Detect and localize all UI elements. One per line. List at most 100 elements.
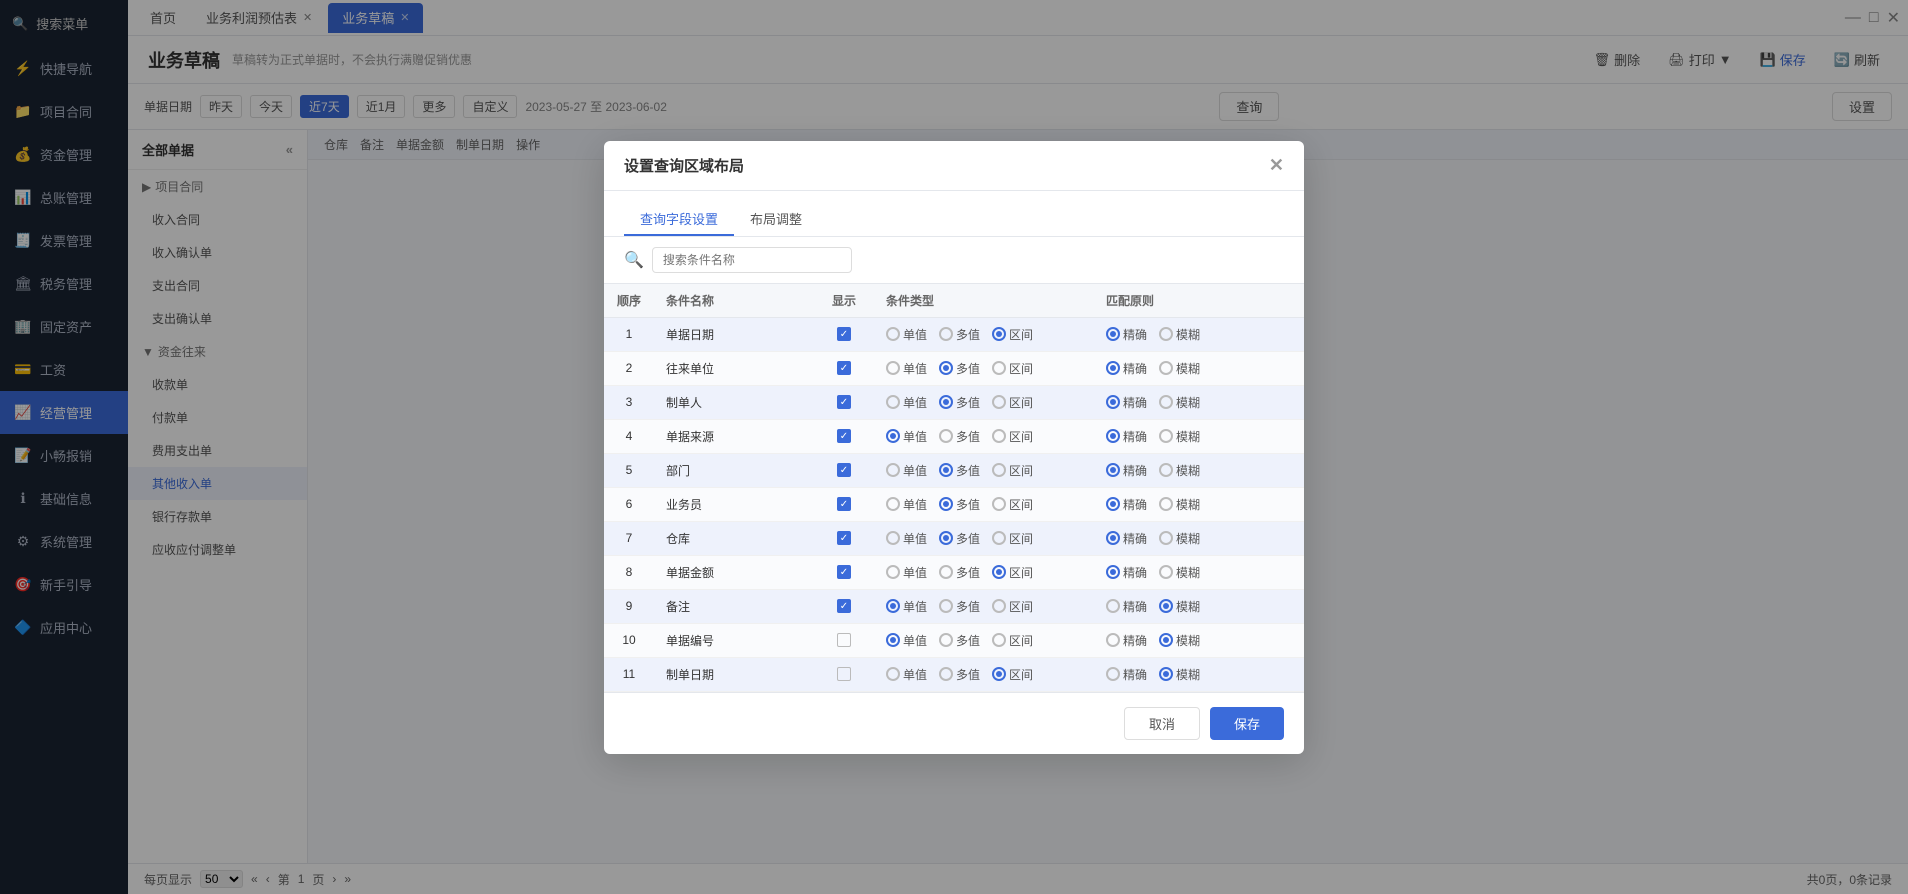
- checkbox-sq[interactable]: [837, 599, 851, 613]
- row-show[interactable]: [814, 625, 874, 655]
- radio-circle[interactable]: [992, 633, 1006, 647]
- radio-circle[interactable]: [886, 633, 900, 647]
- radio-circle[interactable]: [992, 497, 1006, 511]
- radio-circle[interactable]: [1106, 667, 1120, 681]
- type-single-option[interactable]: 单值: [886, 598, 927, 615]
- checkbox-sq[interactable]: [837, 395, 851, 409]
- match-fuzzy-option[interactable]: 模糊: [1159, 598, 1200, 615]
- radio-circle[interactable]: [992, 463, 1006, 477]
- radio-circle[interactable]: [1106, 565, 1120, 579]
- radio-circle[interactable]: [1106, 361, 1120, 375]
- checkbox-sq[interactable]: [837, 565, 851, 579]
- radio-circle[interactable]: [939, 599, 953, 613]
- radio-circle[interactable]: [992, 429, 1006, 443]
- match-fuzzy-option[interactable]: 模糊: [1159, 564, 1200, 581]
- type-range-option[interactable]: 区间: [992, 632, 1033, 649]
- row-show[interactable]: [814, 353, 874, 383]
- type-range-option[interactable]: 区间: [992, 462, 1033, 479]
- row-show[interactable]: [814, 523, 874, 553]
- radio-circle[interactable]: [886, 395, 900, 409]
- radio-circle[interactable]: [939, 327, 953, 341]
- radio-circle[interactable]: [886, 565, 900, 579]
- type-single-option[interactable]: 单值: [886, 564, 927, 581]
- radio-circle[interactable]: [886, 531, 900, 545]
- radio-circle[interactable]: [939, 531, 953, 545]
- radio-circle[interactable]: [886, 361, 900, 375]
- row-show[interactable]: [814, 455, 874, 485]
- modal-close-button[interactable]: ✕: [1269, 155, 1284, 176]
- type-multi-option[interactable]: 多值: [939, 632, 980, 649]
- match-exact-option[interactable]: 精确: [1106, 496, 1147, 513]
- type-single-option[interactable]: 单值: [886, 394, 927, 411]
- type-multi-option[interactable]: 多值: [939, 530, 980, 547]
- type-single-option[interactable]: 单值: [886, 632, 927, 649]
- type-range-option[interactable]: 区间: [992, 564, 1033, 581]
- radio-circle[interactable]: [886, 463, 900, 477]
- radio-circle[interactable]: [939, 395, 953, 409]
- type-multi-option[interactable]: 多值: [939, 496, 980, 513]
- type-range-option[interactable]: 区间: [992, 666, 1033, 683]
- type-range-option[interactable]: 区间: [992, 394, 1033, 411]
- radio-circle[interactable]: [1106, 327, 1120, 341]
- checkbox-sq[interactable]: [837, 361, 851, 375]
- radio-circle[interactable]: [1159, 463, 1173, 477]
- type-multi-option[interactable]: 多值: [939, 666, 980, 683]
- modal-search-input[interactable]: [652, 247, 852, 273]
- radio-circle[interactable]: [1106, 395, 1120, 409]
- radio-circle[interactable]: [1159, 565, 1173, 579]
- radio-circle[interactable]: [992, 327, 1006, 341]
- match-exact-option[interactable]: 精确: [1106, 632, 1147, 649]
- match-fuzzy-option[interactable]: 模糊: [1159, 428, 1200, 445]
- type-single-option[interactable]: 单值: [886, 462, 927, 479]
- radio-circle[interactable]: [1159, 327, 1173, 341]
- match-fuzzy-option[interactable]: 模糊: [1159, 462, 1200, 479]
- row-show[interactable]: [814, 489, 874, 519]
- radio-circle[interactable]: [992, 565, 1006, 579]
- match-fuzzy-option[interactable]: 模糊: [1159, 326, 1200, 343]
- match-fuzzy-option[interactable]: 模糊: [1159, 360, 1200, 377]
- type-multi-option[interactable]: 多值: [939, 326, 980, 343]
- radio-circle[interactable]: [1159, 429, 1173, 443]
- checkbox-sq[interactable]: [837, 327, 851, 341]
- radio-circle[interactable]: [992, 667, 1006, 681]
- match-exact-option[interactable]: 精确: [1106, 326, 1147, 343]
- type-multi-option[interactable]: 多值: [939, 394, 980, 411]
- radio-circle[interactable]: [1159, 361, 1173, 375]
- match-exact-option[interactable]: 精确: [1106, 564, 1147, 581]
- type-multi-option[interactable]: 多值: [939, 462, 980, 479]
- radio-circle[interactable]: [939, 463, 953, 477]
- type-single-option[interactable]: 单值: [886, 496, 927, 513]
- type-single-option[interactable]: 单值: [886, 666, 927, 683]
- radio-circle[interactable]: [939, 565, 953, 579]
- radio-circle[interactable]: [1159, 667, 1173, 681]
- radio-circle[interactable]: [1106, 429, 1120, 443]
- modal-tab-layout[interactable]: 布局调整: [734, 203, 818, 236]
- row-show[interactable]: [814, 387, 874, 417]
- type-range-option[interactable]: 区间: [992, 496, 1033, 513]
- checkbox-sq[interactable]: [837, 531, 851, 545]
- type-multi-option[interactable]: 多值: [939, 428, 980, 445]
- checkbox-sq[interactable]: [837, 463, 851, 477]
- radio-circle[interactable]: [939, 497, 953, 511]
- match-exact-option[interactable]: 精确: [1106, 598, 1147, 615]
- radio-circle[interactable]: [939, 361, 953, 375]
- radio-circle[interactable]: [992, 395, 1006, 409]
- type-range-option[interactable]: 区间: [992, 326, 1033, 343]
- checkbox-sq[interactable]: [837, 429, 851, 443]
- modal-save-button[interactable]: 保存: [1210, 707, 1284, 740]
- radio-circle[interactable]: [939, 429, 953, 443]
- radio-circle[interactable]: [992, 599, 1006, 613]
- match-exact-option[interactable]: 精确: [1106, 666, 1147, 683]
- type-range-option[interactable]: 区间: [992, 360, 1033, 377]
- type-single-option[interactable]: 单值: [886, 530, 927, 547]
- radio-circle[interactable]: [1159, 633, 1173, 647]
- match-fuzzy-option[interactable]: 模糊: [1159, 666, 1200, 683]
- checkbox-sq[interactable]: [837, 497, 851, 511]
- radio-circle[interactable]: [1159, 497, 1173, 511]
- modal-cancel-button[interactable]: 取消: [1124, 707, 1200, 740]
- radio-circle[interactable]: [1106, 599, 1120, 613]
- type-multi-option[interactable]: 多值: [939, 564, 980, 581]
- match-fuzzy-option[interactable]: 模糊: [1159, 530, 1200, 547]
- radio-circle[interactable]: [1106, 633, 1120, 647]
- row-show[interactable]: [814, 591, 874, 621]
